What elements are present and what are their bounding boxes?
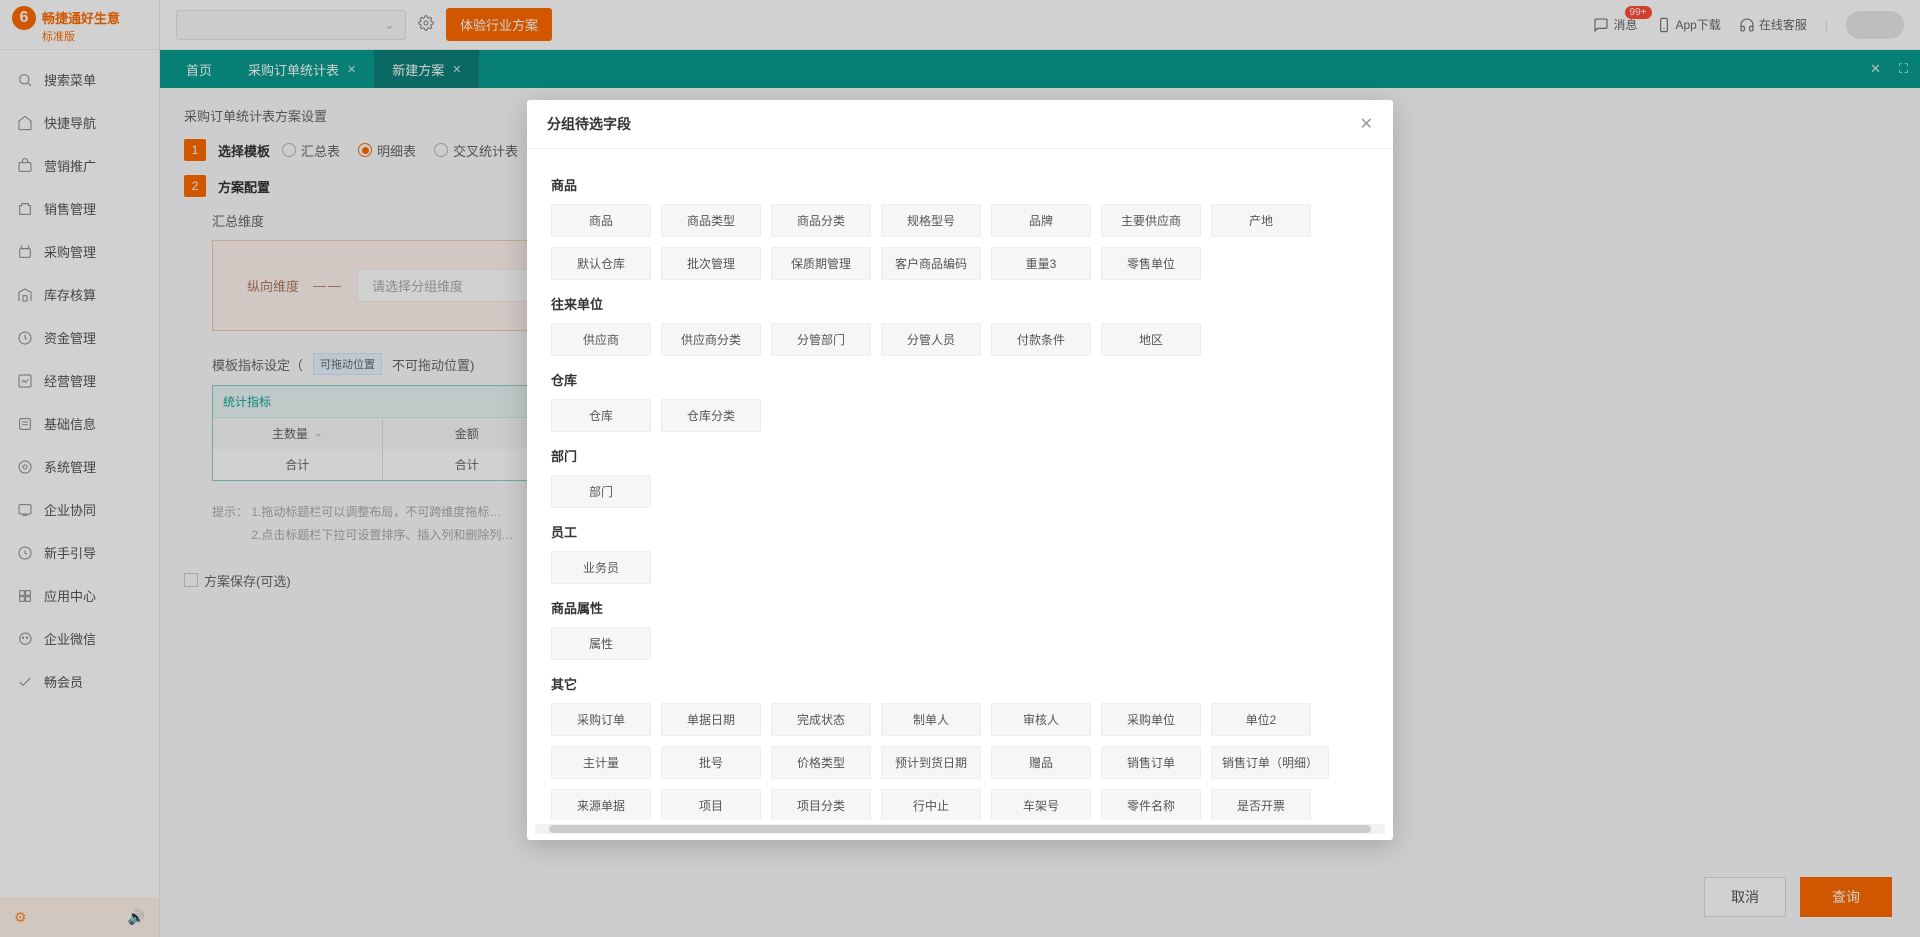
field-group-chips: 业务员: [551, 551, 1369, 584]
field-chip[interactable]: 分管部门: [771, 323, 871, 356]
field-group-title: 仓库: [551, 370, 1369, 389]
field-group-title: 商品属性: [551, 598, 1369, 617]
field-group-chips: 采购订单单据日期完成状态制单人审核人采购单位单位2 主计量批号价格类型预计到货日期…: [551, 703, 1369, 820]
field-group-chips: 商品商品类型商品分类规格型号品牌主要供应商产地默认仓库批次管理保质期管理客户商品…: [551, 204, 1369, 280]
field-chip[interactable]: 项目分类: [771, 789, 871, 820]
field-chip[interactable]: 价格类型: [771, 746, 871, 779]
field-chip[interactable]: 分管人员: [881, 323, 981, 356]
field-chip[interactable]: 付款条件: [991, 323, 1091, 356]
field-chip[interactable]: 批次管理: [661, 247, 761, 280]
field-chip[interactable]: 来源单据: [551, 789, 651, 820]
field-chip[interactable]: 品牌: [991, 204, 1091, 237]
field-chip[interactable]: 产地: [1211, 204, 1311, 237]
field-chip[interactable]: 是否开票: [1211, 789, 1311, 820]
field-chip[interactable]: 主计量: [551, 746, 651, 779]
field-chip[interactable]: 零件名称: [1101, 789, 1201, 820]
field-chip[interactable]: 审核人: [991, 703, 1091, 736]
field-chip[interactable]: 车架号: [991, 789, 1091, 820]
field-chip[interactable]: 单据日期: [661, 703, 761, 736]
field-chip[interactable]: 项目: [661, 789, 761, 820]
field-chip[interactable]: 部门: [551, 475, 651, 508]
field-chip[interactable]: 赠品: [991, 746, 1091, 779]
field-group-chips: 仓库仓库分类: [551, 399, 1369, 432]
modal-header: 分组待选字段 ✕: [527, 100, 1393, 149]
field-chip[interactable]: 行中止: [881, 789, 981, 820]
field-chip[interactable]: 零售单位: [1101, 247, 1201, 280]
field-chip[interactable]: 仓库分类: [661, 399, 761, 432]
field-chip[interactable]: 商品: [551, 204, 651, 237]
field-chip[interactable]: 预计到货日期: [881, 746, 981, 779]
field-chip[interactable]: 供应商分类: [661, 323, 761, 356]
field-chip[interactable]: 供应商: [551, 323, 651, 356]
field-chip[interactable]: 商品类型: [661, 204, 761, 237]
field-chip[interactable]: 销售订单: [1101, 746, 1201, 779]
field-chip[interactable]: 客户商品编码: [881, 247, 981, 280]
field-group-modal: 分组待选字段 ✕ 商品商品商品类型商品分类规格型号品牌主要供应商产地默认仓库批次…: [527, 100, 1393, 840]
modal-body: 商品商品商品类型商品分类规格型号品牌主要供应商产地默认仓库批次管理保质期管理客户…: [527, 149, 1393, 820]
field-group-chips: 供应商供应商分类分管部门分管人员付款条件地区: [551, 323, 1369, 356]
field-group-title: 往来单位: [551, 294, 1369, 313]
field-chip[interactable]: 属性: [551, 627, 651, 660]
field-group-title: 部门: [551, 446, 1369, 465]
field-group-title: 员工: [551, 522, 1369, 541]
field-chip[interactable]: 制单人: [881, 703, 981, 736]
field-group-chips: 属性: [551, 627, 1369, 660]
field-chip[interactable]: 主要供应商: [1101, 204, 1201, 237]
field-chip[interactable]: 业务员: [551, 551, 651, 584]
field-chip[interactable]: 销售订单（明细）: [1211, 746, 1329, 779]
field-chip[interactable]: 采购订单: [551, 703, 651, 736]
field-chip[interactable]: 采购单位: [1101, 703, 1201, 736]
modal-mask[interactable]: 分组待选字段 ✕ 商品商品商品类型商品分类规格型号品牌主要供应商产地默认仓库批次…: [0, 0, 1920, 937]
field-group-chips: 部门: [551, 475, 1369, 508]
field-chip[interactable]: 规格型号: [881, 204, 981, 237]
field-chip[interactable]: 商品分类: [771, 204, 871, 237]
field-chip[interactable]: 完成状态: [771, 703, 871, 736]
field-chip[interactable]: 单位2: [1211, 703, 1311, 736]
field-chip[interactable]: 仓库: [551, 399, 651, 432]
field-chip[interactable]: 重量3: [991, 247, 1091, 280]
modal-title: 分组待选字段: [547, 114, 631, 134]
field-group-title: 商品: [551, 175, 1369, 194]
field-chip[interactable]: 地区: [1101, 323, 1201, 356]
modal-horizontal-scrollbar[interactable]: [535, 824, 1385, 834]
field-chip[interactable]: 批号: [661, 746, 761, 779]
field-chip[interactable]: 默认仓库: [551, 247, 651, 280]
modal-close-icon[interactable]: ✕: [1360, 114, 1373, 134]
field-chip[interactable]: 保质期管理: [771, 247, 871, 280]
field-group-title: 其它: [551, 674, 1369, 693]
